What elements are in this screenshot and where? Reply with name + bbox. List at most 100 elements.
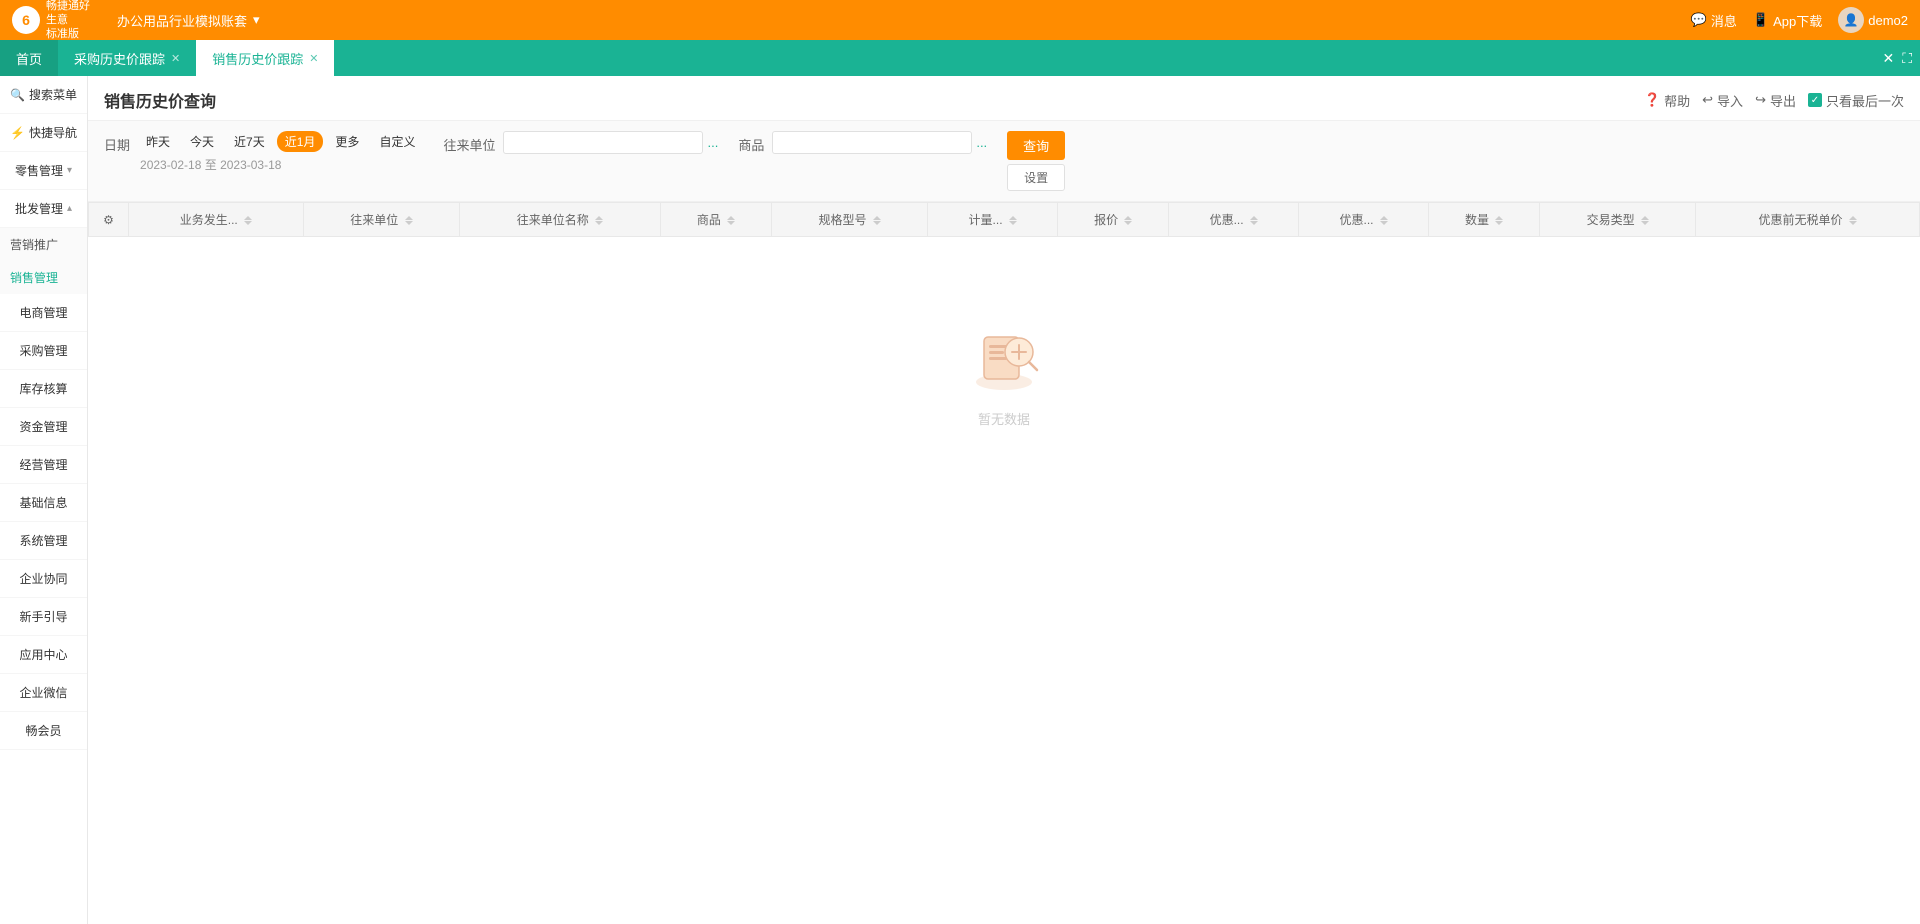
sidebar-item-quick-nav[interactable]: ⚡ 快捷导航 (0, 114, 87, 152)
empty-state: 暂无数据 (88, 237, 1920, 508)
only-last-checkbox[interactable]: ✓ (1808, 93, 1822, 107)
page-title: 销售历史价查询 (104, 88, 216, 112)
download-icon: 📱 (1753, 12, 1769, 28)
sidebar-item-system-mgmt[interactable]: 系统管理 (0, 522, 87, 560)
tab-home[interactable]: 首页 (0, 40, 58, 76)
import-icon: ↩ (1702, 92, 1713, 108)
goods-filter-input: ... (772, 131, 987, 154)
search-icon: 🔍 (10, 88, 25, 102)
tab-purchase-history[interactable]: 采购历史价跟踪 ✕ (58, 40, 196, 76)
th-gear[interactable]: ⚙ (89, 203, 129, 237)
query-button[interactable]: 查询 (1007, 131, 1065, 160)
sort-icon (1009, 216, 1017, 225)
sort-icon (1380, 216, 1388, 225)
th-partner-name[interactable]: 往来单位名称 (459, 203, 660, 237)
empty-text: 暂无数据 (978, 409, 1030, 428)
partner-filter-group: 往来单位 ... (443, 131, 718, 154)
page-actions: ❓ 帮助 ↩ 导入 ↪ 导出 ✓ 只看最后一次 (1644, 91, 1904, 110)
only-last-checkbox-label[interactable]: ✓ 只看最后一次 (1808, 91, 1904, 110)
partner-filter-label: 往来单位 (443, 131, 495, 154)
app-selector[interactable]: 办公用品行业模拟账套 ▾ (117, 11, 260, 30)
sidebar-item-retail-mgmt[interactable]: 零售管理 ▾ (0, 152, 87, 190)
chevron-up-icon: ▴ (67, 203, 72, 214)
sidebar-item-marketing[interactable]: 营销推广 (0, 228, 87, 261)
sidebar-item-inventory[interactable]: 库存核算 (0, 370, 87, 408)
date-options: 昨天 今天 近7天 近1月 更多 自定义 2023-02-18 至 2023-0… (138, 131, 423, 173)
sidebar: 🔍 搜索菜单 ⚡ 快捷导航 零售管理 ▾ 批发管理 ▴ 营销推广 销售管理 电商… (0, 76, 88, 924)
logo-area: 6 畅捷通好生意 标准版 (12, 0, 97, 41)
tab-bar: 首页 采购历史价跟踪 ✕ 销售历史价跟踪 ✕ ✕ ⛶ (0, 40, 1920, 76)
tab-bar-right-actions: ✕ ⛶ (1882, 50, 1920, 67)
main-layout: 🔍 搜索菜单 ⚡ 快捷导航 零售管理 ▾ 批发管理 ▴ 营销推广 销售管理 电商… (0, 76, 1920, 924)
quicknav-icon: ⚡ (10, 126, 25, 140)
th-goods[interactable]: 商品 (661, 203, 772, 237)
sidebar-item-enterprise-wechat[interactable]: 企业微信 (0, 674, 87, 712)
sidebar-item-membership[interactable]: 畅会员 (0, 712, 87, 750)
sort-icon (1124, 216, 1132, 225)
top-right-actions: 💬 消息 📱 App下载 👤 demo2 (1691, 7, 1908, 33)
sort-icon (1849, 216, 1857, 225)
th-qty[interactable]: 数量 (1429, 203, 1540, 237)
sort-icon (595, 216, 603, 225)
close-sales-tab-icon[interactable]: ✕ (309, 52, 318, 65)
close-purchase-tab-icon[interactable]: ✕ (171, 52, 180, 65)
settings-button[interactable]: 设置 (1007, 164, 1065, 191)
sidebar-item-purchase-mgmt[interactable]: 采购管理 (0, 332, 87, 370)
th-trade-type[interactable]: 交易类型 (1540, 203, 1696, 237)
gear-icon[interactable]: ⚙ (103, 213, 114, 227)
sidebar-item-search-menu[interactable]: 🔍 搜索菜单 (0, 76, 87, 114)
partner-dots-btn[interactable]: ... (707, 135, 718, 150)
goods-filter-group: 商品 ... (738, 131, 987, 154)
date-tab-more[interactable]: 更多 (327, 131, 367, 152)
goods-dots-btn[interactable]: ... (976, 135, 987, 150)
sidebar-item-enterprise[interactable]: 企业协同 (0, 560, 87, 598)
date-filter-label: 日期 (104, 131, 130, 154)
table-header-row: ⚙ 业务发生... 往来单位 往来单位名称 (89, 203, 1920, 237)
th-spec[interactable]: 规格型号 (772, 203, 928, 237)
partner-filter-input: ... (503, 131, 718, 154)
th-discount2[interactable]: 优惠... (1299, 203, 1429, 237)
sidebar-item-app-center[interactable]: 应用中心 (0, 636, 87, 674)
date-tab-yesterday[interactable]: 昨天 (138, 131, 178, 152)
filter-buttons: 查询 设置 (1007, 131, 1065, 191)
sidebar-item-basic-info[interactable]: 基础信息 (0, 484, 87, 522)
th-quote[interactable]: 报价 (1058, 203, 1169, 237)
user-avatar-btn[interactable]: 👤 demo2 (1838, 7, 1908, 33)
content-area: 销售历史价查询 ❓ 帮助 ↩ 导入 ↪ 导出 ✓ 只看最后一次 (88, 76, 1920, 924)
tab-sales-history[interactable]: 销售历史价跟踪 ✕ (196, 40, 334, 76)
date-range: 2023-02-18 至 2023-03-18 (138, 156, 423, 173)
th-unit[interactable]: 计量... (928, 203, 1058, 237)
logo-text: 畅捷通好生意 标准版 (46, 0, 97, 41)
filter-area: 日期 昨天 今天 近7天 近1月 更多 自定义 2023-02-18 至 202… (88, 121, 1920, 202)
sidebar-item-new-user[interactable]: 新手引导 (0, 598, 87, 636)
date-tab-today[interactable]: 今天 (182, 131, 222, 152)
avatar: 👤 (1838, 7, 1864, 33)
sort-icon (1250, 216, 1258, 225)
sort-icon (727, 216, 735, 225)
message-btn[interactable]: 💬 消息 (1691, 11, 1737, 30)
th-biz-date[interactable]: 业务发生... (129, 203, 304, 237)
message-icon: 💬 (1691, 12, 1707, 28)
date-tab-custom[interactable]: 自定义 (371, 131, 423, 152)
th-no-tax-price[interactable]: 优惠前无税单价 (1696, 203, 1920, 237)
maximize-icon[interactable]: ⛶ (1902, 50, 1912, 67)
sidebar-item-ecommerce[interactable]: 电商管理 (0, 294, 87, 332)
goods-search-input[interactable] (772, 131, 972, 154)
th-partner-code[interactable]: 往来单位 (303, 203, 459, 237)
th-discount1[interactable]: 优惠... (1169, 203, 1299, 237)
date-tab-7days[interactable]: 近7天 (226, 131, 273, 152)
sidebar-item-wholesale-mgmt[interactable]: 批发管理 ▴ (0, 190, 87, 228)
partner-search-input[interactable] (503, 131, 703, 154)
close-all-tabs-icon[interactable]: ✕ (1882, 50, 1894, 67)
import-btn[interactable]: ↩ 导入 (1702, 91, 1743, 110)
sidebar-item-sales-mgmt[interactable]: 销售管理 (0, 261, 87, 294)
sidebar-item-finance[interactable]: 资金管理 (0, 408, 87, 446)
app-download-btn[interactable]: 📱 App下载 (1753, 11, 1822, 30)
export-btn[interactable]: ↪ 导出 (1755, 91, 1796, 110)
date-tab-1month[interactable]: 近1月 (277, 131, 324, 152)
empty-icon (964, 317, 1044, 397)
table-head: ⚙ 业务发生... 往来单位 往来单位名称 (89, 203, 1920, 237)
logo-icon: 6 (12, 6, 40, 34)
sidebar-item-operations[interactable]: 经营管理 (0, 446, 87, 484)
help-btn[interactable]: ❓ 帮助 (1644, 91, 1690, 110)
